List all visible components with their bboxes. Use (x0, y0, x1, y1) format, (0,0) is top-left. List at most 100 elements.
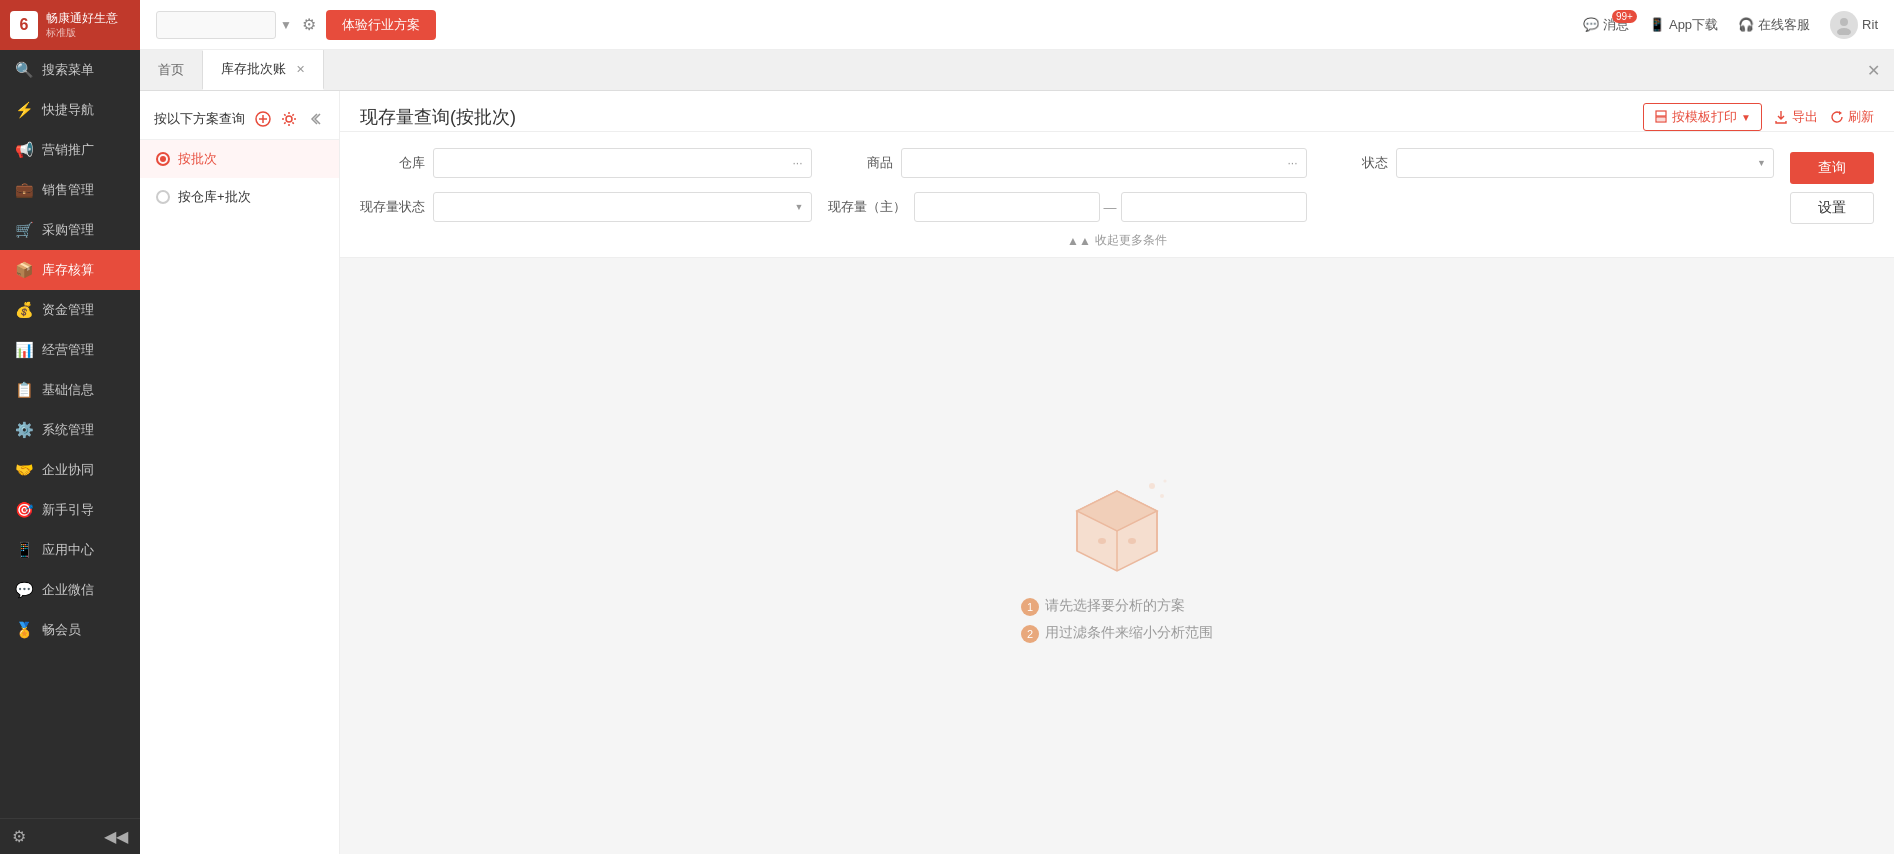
search-menu-icon: 🔍 (14, 60, 34, 80)
wechat-icon: 💬 (14, 580, 34, 600)
warehouse-dots-icon: ··· (792, 156, 802, 170)
page-header: 现存量查询(按批次) 按模板打印 ▼ 导出 刷新 (340, 91, 1894, 132)
sidebar-footer: ⚙ ◀◀ (0, 818, 140, 854)
topbar-input-area: ▼ (156, 11, 292, 39)
messages-button[interactable]: 💬 消息 99+ (1583, 16, 1629, 34)
add-scheme-button[interactable] (253, 109, 273, 129)
quick-nav-icon: ⚡ (14, 100, 34, 120)
messages-badge: 99+ (1612, 10, 1637, 23)
stock-status-field: 现存量状态 有库存 无库存 全部 (360, 192, 812, 222)
sidebar-item-marketing[interactable]: 📢 营销推广 (0, 130, 140, 170)
collapse-filters-button[interactable]: ▲▲ 收起更多条件 (360, 224, 1874, 257)
scheme-by-batch[interactable]: 按批次 (140, 140, 339, 178)
step-2-circle: 2 (1021, 625, 1039, 643)
sidebar-item-system[interactable]: ⚙️ 系统管理 (0, 410, 140, 450)
settings-icon[interactable]: ⚙ (12, 827, 26, 846)
sidebar: 6 畅康通好生意 标准版 🔍 搜索菜单 ⚡ 快捷导航 📢 营销推广 💼 销售管理… (0, 0, 140, 854)
sidebar-item-quick-nav-label: 快捷导航 (42, 101, 94, 119)
sidebar-item-quick-nav[interactable]: ⚡ 快捷导航 (0, 90, 140, 130)
sidebar-item-system-label: 系统管理 (42, 421, 94, 439)
stock-qty-from[interactable] (914, 192, 1100, 222)
newbie-icon: 🎯 (14, 500, 34, 520)
sidebar-item-finance[interactable]: 💰 资金管理 (0, 290, 140, 330)
settings-scheme-button[interactable] (279, 109, 299, 129)
radio-by-batch (156, 152, 170, 166)
svg-rect-6 (1656, 111, 1666, 116)
avatar (1830, 11, 1858, 39)
headset-icon: 🎧 (1738, 17, 1754, 32)
empty-state: 1 请先选择要分析的方案 2 用过滤条件来缩小分析范围 (340, 258, 1894, 854)
sidebar-item-purchase[interactable]: 🛒 采购管理 (0, 210, 140, 250)
collapse-left-panel-button[interactable] (305, 109, 325, 129)
query-button[interactable]: 查询 (1790, 152, 1874, 184)
status-label: 状态 (1323, 154, 1388, 172)
sidebar-item-enterprise-label: 企业协同 (42, 461, 94, 479)
status-select[interactable]: 启用 停用 (1396, 148, 1775, 178)
status-field: 状态 启用 停用 (1323, 148, 1775, 178)
stock-qty-to[interactable] (1121, 192, 1307, 222)
tabbar: 首页 库存批次账 ✕ ✕ (140, 50, 1894, 91)
refresh-button[interactable]: 刷新 (1830, 108, 1874, 126)
app-title-block: 畅康通好生意 标准版 (46, 10, 118, 41)
sidebar-item-wechat[interactable]: 💬 企业微信 (0, 570, 140, 610)
purchase-icon: 🛒 (14, 220, 34, 240)
empty-hint-1: 1 请先选择要分析的方案 (1021, 597, 1213, 616)
svg-point-19 (1128, 538, 1136, 544)
print-chevron-icon[interactable]: ▼ (1741, 112, 1751, 123)
phone-icon: 📱 (1649, 17, 1665, 32)
topbar-gear-icon[interactable]: ⚙ (302, 15, 316, 34)
left-panel-title: 按以下方案查询 (154, 110, 245, 128)
left-panel-header: 按以下方案查询 (140, 101, 339, 140)
export-button[interactable]: 导出 (1774, 108, 1818, 126)
svg-point-1 (1837, 28, 1851, 35)
topbar-search-input[interactable] (156, 11, 276, 39)
topbar-chevron-icon[interactable]: ▼ (280, 18, 292, 32)
collapse-sidebar-icon[interactable]: ◀◀ (104, 827, 128, 846)
online-service-button[interactable]: 🎧 在线客服 (1738, 16, 1810, 34)
left-panel-actions (253, 109, 325, 129)
sidebar-item-member-label: 畅会员 (42, 621, 81, 639)
sidebar-item-enterprise[interactable]: 🤝 企业协同 (0, 450, 140, 490)
sidebar-item-appstore[interactable]: 📱 应用中心 (0, 530, 140, 570)
user-name: Rit (1862, 17, 1878, 32)
app-edition: 标准版 (46, 26, 118, 40)
sales-icon: 💼 (14, 180, 34, 200)
main-area: ▼ ⚙ 体验行业方案 💬 消息 99+ 📱 App下载 🎧 在线客服 R (140, 0, 1894, 854)
status-select-wrap: 启用 停用 (1396, 148, 1775, 178)
sidebar-item-basic[interactable]: 📋 基础信息 (0, 370, 140, 410)
trial-button[interactable]: 体验行业方案 (326, 10, 436, 40)
tab-home[interactable]: 首页 (140, 51, 203, 89)
app-download-button[interactable]: 📱 App下载 (1649, 16, 1718, 34)
sidebar-item-newbie-label: 新手引导 (42, 501, 94, 519)
sidebar-item-operations[interactable]: 📊 经营管理 (0, 330, 140, 370)
page-title: 现存量查询(按批次) (360, 105, 516, 129)
scheme-by-warehouse-batch[interactable]: 按仓库+批次 (140, 178, 339, 216)
settings-button[interactable]: 设置 (1790, 192, 1874, 224)
sidebar-item-inventory[interactable]: 📦 库存核算 (0, 250, 140, 290)
sidebar-item-search[interactable]: 🔍 搜索菜单 (0, 50, 140, 90)
user-profile[interactable]: Rit (1830, 11, 1878, 39)
sidebar-item-newbie[interactable]: 🎯 新手引导 (0, 490, 140, 530)
app-company: 畅康通好生意 (46, 10, 118, 27)
empty-hint-list: 1 请先选择要分析的方案 2 用过滤条件来缩小分析范围 (1021, 597, 1213, 651)
range-separator: — (1104, 200, 1117, 215)
product-label: 商品 (828, 154, 893, 172)
svg-point-0 (1840, 18, 1848, 26)
left-panel: 按以下方案查询 按批次 (140, 91, 340, 854)
svg-point-5 (286, 116, 292, 122)
product-input[interactable]: ··· (901, 148, 1307, 178)
tab-inventory-batch[interactable]: 库存批次账 ✕ (203, 50, 324, 90)
sidebar-item-member[interactable]: 🏅 畅会员 (0, 610, 140, 650)
sidebar-item-sales[interactable]: 💼 销售管理 (0, 170, 140, 210)
stock-status-select[interactable]: 有库存 无库存 全部 (433, 192, 812, 222)
filter-grid: 仓库 ··· 现存量状态 有库存 无库存 (360, 148, 1874, 224)
enterprise-icon: 🤝 (14, 460, 34, 480)
system-icon: ⚙️ (14, 420, 34, 440)
print-button[interactable]: 按模板打印 ▼ (1643, 103, 1762, 131)
warehouse-input[interactable]: ··· (433, 148, 812, 178)
tab-close-icon[interactable]: ✕ (296, 63, 305, 76)
product-field: 商品 ··· (828, 148, 1307, 178)
close-tab-panel-button[interactable]: ✕ (1853, 53, 1894, 88)
svg-rect-8 (1657, 118, 1665, 121)
sidebar-item-finance-label: 资金管理 (42, 301, 94, 319)
